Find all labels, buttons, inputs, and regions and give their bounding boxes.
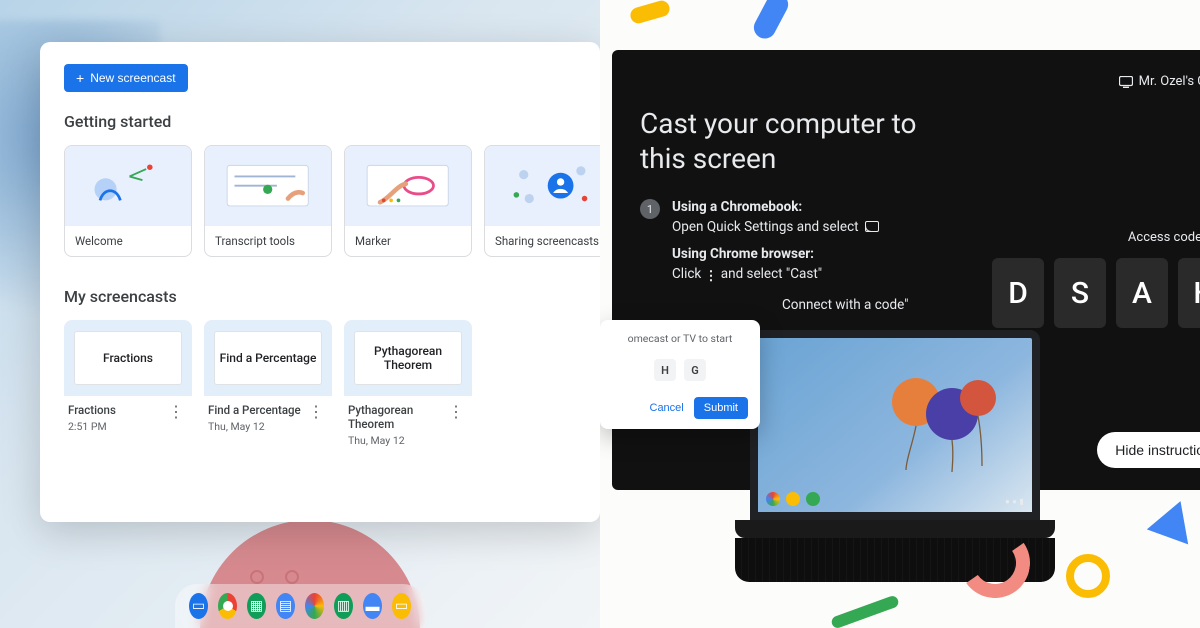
gs-card-label: Marker [345, 226, 471, 256]
submit-button[interactable]: Submit [694, 397, 748, 419]
new-screencast-button[interactable]: + New screencast [64, 64, 188, 92]
code-tile: A [1116, 258, 1168, 328]
gs-card-label: Welcome [65, 226, 191, 256]
plus-icon: + [76, 71, 84, 85]
laptop-shelf [766, 492, 820, 506]
cast-icon [865, 221, 879, 232]
app-icon[interactable] [786, 492, 800, 506]
getting-started-heading: Getting started [64, 112, 576, 131]
app-icon[interactable] [806, 492, 820, 506]
my-screencasts-heading: My screencasts [64, 287, 576, 306]
gs-thumb [65, 146, 191, 226]
classroom-icon[interactable]: ▦ [247, 593, 266, 619]
balloons-illustration [878, 368, 1008, 478]
code-tile: D [992, 258, 1044, 328]
dialog-hint: omecast or TV to start [612, 332, 748, 345]
access-code: D S A H [992, 258, 1200, 328]
screencast-title: Pythagorean Theorem [348, 404, 444, 432]
calendar-icon[interactable]: ▤ [276, 593, 295, 619]
chromeos-shelf: ▭ ▦ ▤ ▥ ▬ ▭ [175, 584, 425, 628]
decoration [629, 0, 672, 25]
kebab-icon[interactable] [444, 404, 468, 420]
kebab-icon[interactable] [164, 404, 188, 420]
code-tile: S [1054, 258, 1106, 328]
gs-thumb [345, 146, 471, 226]
gs-card-welcome[interactable]: Welcome [64, 145, 192, 257]
chrome-icon[interactable] [218, 593, 237, 619]
decoration [830, 594, 900, 628]
class-name-pill: Mr. Ozel's Cla [1119, 74, 1200, 89]
decoration [1066, 554, 1110, 598]
gs-thumb [205, 146, 331, 226]
new-screencast-label: New screencast [90, 71, 175, 85]
code-tile: H [1178, 258, 1200, 328]
code-input-chip[interactable]: G [684, 359, 706, 381]
screencast-date: Thu, May 12 [208, 420, 301, 433]
screencast-date: 2:51 PM [68, 420, 116, 433]
chrome-icon[interactable] [766, 492, 780, 506]
gs-thumb [485, 146, 600, 226]
screencast-thumb: Pythagorean Theorem [344, 320, 472, 396]
getting-started-row: Welcome Transcript tools Marker [64, 145, 576, 257]
screencast-card[interactable]: Pythagorean Theorem Pythagorean Theorem … [344, 320, 472, 451]
slides-icon[interactable]: ▭ [392, 593, 411, 619]
kebab-icon: ⋮ [704, 267, 718, 287]
cast-code-dialog: omecast or TV to start H G Cancel Submit [600, 320, 760, 429]
screencast-title: Find a Percentage [208, 404, 301, 418]
sheets-icon[interactable]: ▥ [334, 593, 353, 619]
screencast-date: Thu, May 12 [348, 434, 444, 447]
cast-title: Cast your computer to this screen [640, 106, 960, 176]
cancel-button[interactable]: Cancel [650, 397, 684, 419]
screencast-thumb: Find a Percentage [204, 320, 332, 396]
screencast-card[interactable]: Fractions Fractions 2:51 PM [64, 320, 192, 451]
step-number: 1 [640, 199, 660, 219]
access-code-label: Access code [1128, 230, 1200, 245]
screencast-card[interactable]: Find a Percentage Find a Percentage Thu,… [204, 320, 332, 451]
kebab-icon[interactable] [304, 404, 328, 420]
screencast-thumb: Fractions [64, 320, 192, 396]
gs-card-label: Sharing screencasts [485, 226, 600, 256]
decoration [750, 0, 792, 42]
screencast-app-window: + New screencast Getting started Welcome… [40, 42, 600, 522]
code-input-chip[interactable]: H [654, 359, 676, 381]
my-screencasts-row: Fractions Fractions 2:51 PM Find a Perce… [64, 320, 576, 451]
screencast-title: Fractions [68, 404, 116, 418]
gs-card-sharing[interactable]: Sharing screencasts [484, 145, 600, 257]
decoration [1147, 494, 1200, 545]
gs-card-label: Transcript tools [205, 226, 331, 256]
gs-card-marker[interactable]: Marker [344, 145, 472, 257]
docs-icon[interactable]: ▬ [363, 593, 382, 619]
files-icon[interactable]: ▭ [189, 593, 208, 619]
photos-icon[interactable] [305, 593, 324, 619]
gs-card-transcript[interactable]: Transcript tools [204, 145, 332, 257]
laptop-status: ● ● ▮ [1005, 497, 1024, 506]
hide-instructions-button[interactable]: Hide instructio [1097, 432, 1200, 468]
screen-icon [1119, 76, 1133, 88]
